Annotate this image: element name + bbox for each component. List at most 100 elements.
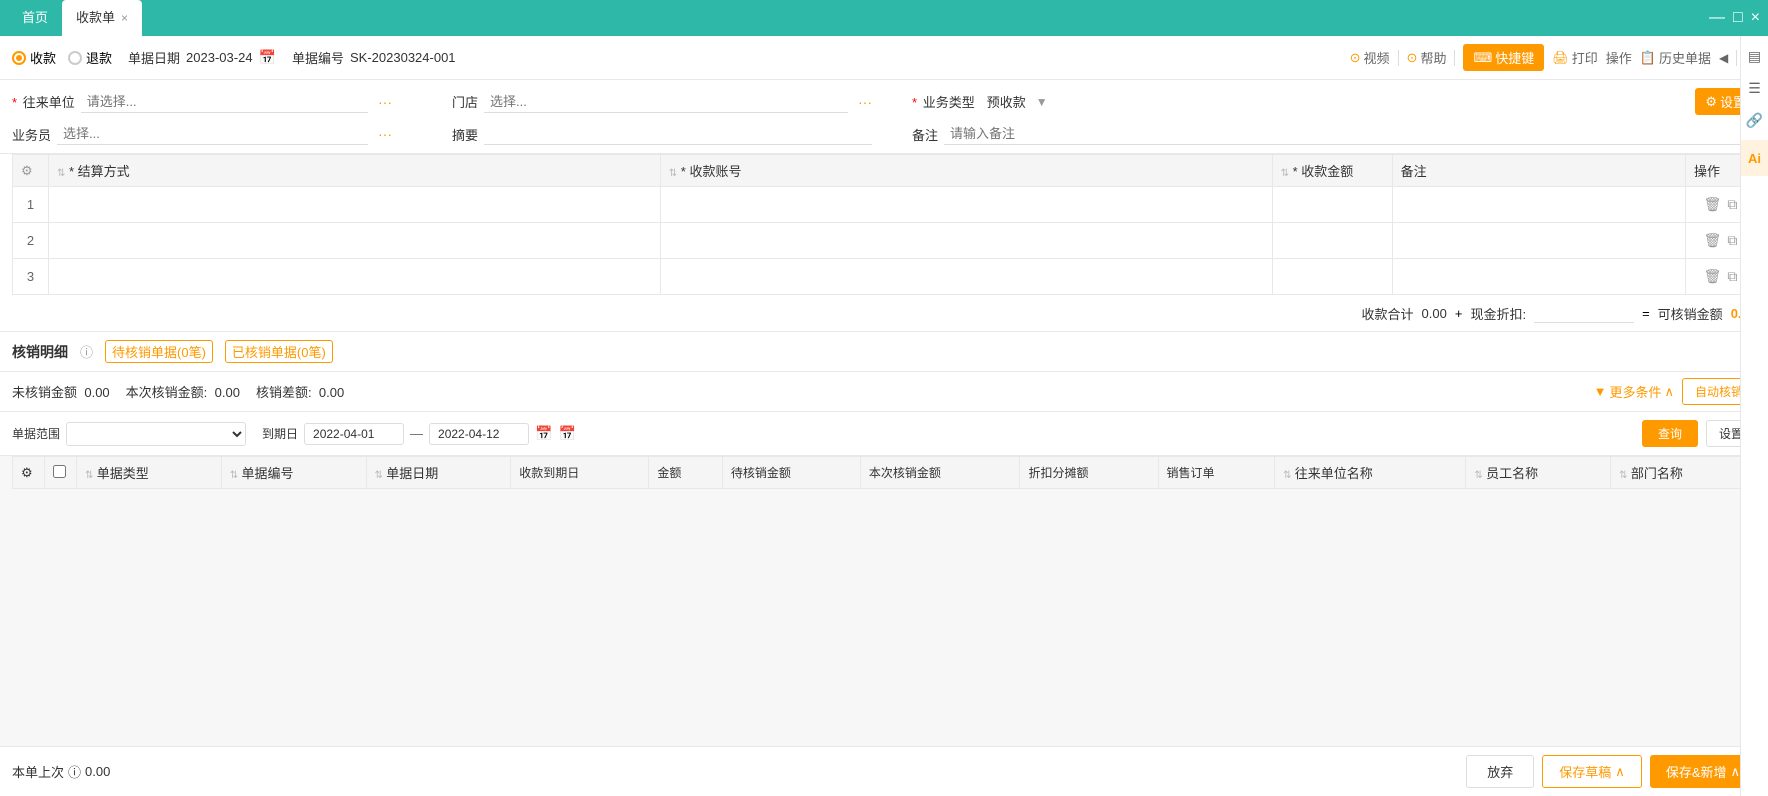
cell-amount-3[interactable] xyxy=(1272,259,1392,295)
party-label: * 往来单位 xyxy=(12,92,75,111)
table-area: ⚙ ⇅ * 结算方式 ⇅ * 收款账号 ⇅ * 收款金额 xyxy=(0,154,1768,295)
close-icon[interactable]: × xyxy=(1751,9,1760,27)
radio-group: 收款 退款 xyxy=(12,48,112,67)
net-label: 可核销金额 xyxy=(1658,304,1723,323)
hx-gear-icon[interactable]: ⚙ xyxy=(21,465,33,480)
col-settle: ⇅ * 结算方式 xyxy=(49,155,661,187)
form-area: * 往来单位 ··· 门店 ··· * 业务类型 预收款 ▼ xyxy=(0,80,1768,154)
biz-type-dropdown-icon[interactable]: ▼ xyxy=(1036,95,1048,109)
save-draft-btn[interactable]: 保存草稿 ∧ xyxy=(1542,755,1642,788)
discount-label: 现金折扣: xyxy=(1470,304,1526,323)
hx-title: 核销明细 xyxy=(12,342,68,362)
diff-value: 0.00 xyxy=(319,385,344,400)
hx-table: ⚙ ⇅ 单据类型 ⇅ 单据编号 ⇅ 单据日期 xyxy=(12,456,1756,489)
party-more-icon[interactable]: ··· xyxy=(378,94,392,110)
cell-settle-2[interactable] xyxy=(49,223,661,259)
maximize-icon[interactable]: □ xyxy=(1733,9,1743,27)
number-label: 单据编号 xyxy=(292,48,344,67)
radio-shoukuan[interactable]: 收款 xyxy=(12,48,56,67)
cell-remark-1[interactable] xyxy=(1392,187,1685,223)
cell-amount-1[interactable] xyxy=(1272,187,1392,223)
delete-icon-3[interactable]: 🗑 xyxy=(1704,268,1722,285)
calendar-icon[interactable]: 📅 xyxy=(259,49,276,66)
delete-icon-1[interactable]: 🗑 xyxy=(1704,196,1722,213)
party-input[interactable] xyxy=(81,91,368,113)
cell-account-3[interactable] xyxy=(660,259,1272,295)
radio-tuikuan[interactable]: 退款 xyxy=(68,48,112,67)
sidebar-icon-table[interactable]: ▤ xyxy=(1743,44,1767,68)
range-field: 单据范围 xyxy=(12,422,246,446)
filter-right: 查询 设置 xyxy=(1642,420,1756,447)
tab-home[interactable]: 首页 xyxy=(8,0,62,36)
remark-input[interactable] xyxy=(944,123,1756,145)
discount-input[interactable] xyxy=(1534,303,1634,323)
bottom-bar: 本单上次 ⓘ 0.00 放弃 保存草稿 ∧ 保存&新增 ∧ xyxy=(0,746,1768,796)
hx-header: 核销明细 ⓘ 待核销单据(0笔) 已核销单据(0笔) xyxy=(0,332,1768,372)
salesman-more-icon[interactable]: ··· xyxy=(378,126,392,142)
hx-checkbox-header[interactable] xyxy=(45,457,77,489)
cell-remark-3[interactable] xyxy=(1392,259,1685,295)
cell-account-2[interactable] xyxy=(660,223,1272,259)
shop-more-icon[interactable]: ··· xyxy=(858,94,872,110)
copy-icon-1[interactable]: ⧉ xyxy=(1727,196,1737,213)
date-range-field: 到期日 — 📅 📅 xyxy=(262,423,576,445)
date-to-input[interactable] xyxy=(429,423,529,445)
shop-input[interactable] xyxy=(484,91,848,113)
cal-from-icon[interactable]: 📅 xyxy=(535,425,552,442)
sidebar-icon-list[interactable]: ☰ xyxy=(1743,76,1767,100)
summary-input[interactable] xyxy=(484,123,872,145)
copy-icon-2[interactable]: ⧉ xyxy=(1727,232,1737,249)
hx-col-discount: 折扣分摊额 xyxy=(1020,457,1158,489)
form-row-1: * 往来单位 ··· 门店 ··· * 业务类型 预收款 ▼ xyxy=(12,88,1756,115)
cell-remark-2[interactable] xyxy=(1392,223,1685,259)
col-remark: 备注 xyxy=(1392,155,1685,187)
summary-label: 摘要 xyxy=(452,125,478,144)
range-select[interactable] xyxy=(66,422,246,446)
table-gear-header[interactable]: ⚙ xyxy=(13,155,49,187)
filter-icon: ▼ xyxy=(1594,384,1607,399)
salesman-field: 业务员 ··· xyxy=(12,123,392,145)
print-btn[interactable]: 🖨 打印 xyxy=(1552,48,1598,67)
query-btn[interactable]: 查询 xyxy=(1642,420,1698,447)
hx-gear-header[interactable]: ⚙ xyxy=(13,457,45,489)
row-num-3: 3 xyxy=(13,259,49,295)
sidebar-icon-ai[interactable]: Ai xyxy=(1741,140,1768,176)
sidebar-icon-link[interactable]: 🔗 xyxy=(1743,108,1767,132)
gear-icon[interactable]: ⚙ xyxy=(21,163,33,178)
bottom-right: 放弃 保存草稿 ∧ 保存&新增 ∧ xyxy=(1466,755,1756,788)
hx-pending-tab[interactable]: 待核销单据(0笔) xyxy=(105,340,213,363)
nav-left[interactable]: ◀ xyxy=(1719,51,1728,65)
cell-settle-3[interactable] xyxy=(49,259,661,295)
cal-to-icon[interactable]: 📅 xyxy=(558,425,575,442)
bottom-info-icon[interactable]: ⓘ xyxy=(68,762,81,781)
delete-icon-2[interactable]: 🗑 xyxy=(1704,232,1722,249)
help-btn[interactable]: ⊙ 帮助 xyxy=(1407,48,1447,67)
more-conditions-btn[interactable]: ▼ 更多条件 ∧ xyxy=(1594,382,1674,401)
cell-amount-2[interactable] xyxy=(1272,223,1392,259)
copy-icon-3[interactable]: ⧉ xyxy=(1727,268,1737,285)
plus-sign: + xyxy=(1455,306,1463,321)
hx-select-all[interactable] xyxy=(53,465,66,478)
hx-col-order: 销售订单 xyxy=(1158,457,1275,489)
video-btn[interactable]: ⊙ 视频 xyxy=(1350,48,1390,67)
remark-label: 备注 xyxy=(912,125,938,144)
abandon-btn[interactable]: 放弃 xyxy=(1466,755,1534,788)
history-btn[interactable]: 📋 历史单据 xyxy=(1640,48,1711,67)
minimize-icon[interactable]: — xyxy=(1709,9,1725,27)
tab-close-icon[interactable]: × xyxy=(121,0,128,36)
data-table: ⚙ ⇅ * 结算方式 ⇅ * 收款账号 ⇅ * 收款金额 xyxy=(12,154,1756,295)
cell-settle-1[interactable] xyxy=(49,187,661,223)
date-from-input[interactable] xyxy=(304,423,404,445)
hx-info-icon[interactable]: ⓘ xyxy=(80,342,93,361)
tab-active[interactable]: 收款单 × xyxy=(62,0,142,36)
save-new-label: 保存&新增 xyxy=(1666,762,1727,781)
operate-btn[interactable]: 操作 xyxy=(1606,48,1632,67)
shortcut-btn[interactable]: ⌨ 快捷键 xyxy=(1463,44,1544,71)
hx-done-tab[interactable]: 已核销单据(0笔) xyxy=(225,340,333,363)
divider1 xyxy=(1398,50,1399,66)
cell-account-1[interactable] xyxy=(660,187,1272,223)
divider3 xyxy=(1736,50,1737,66)
divider2 xyxy=(1454,50,1455,66)
history-icon: 📋 xyxy=(1640,50,1656,66)
salesman-input[interactable] xyxy=(57,123,368,145)
